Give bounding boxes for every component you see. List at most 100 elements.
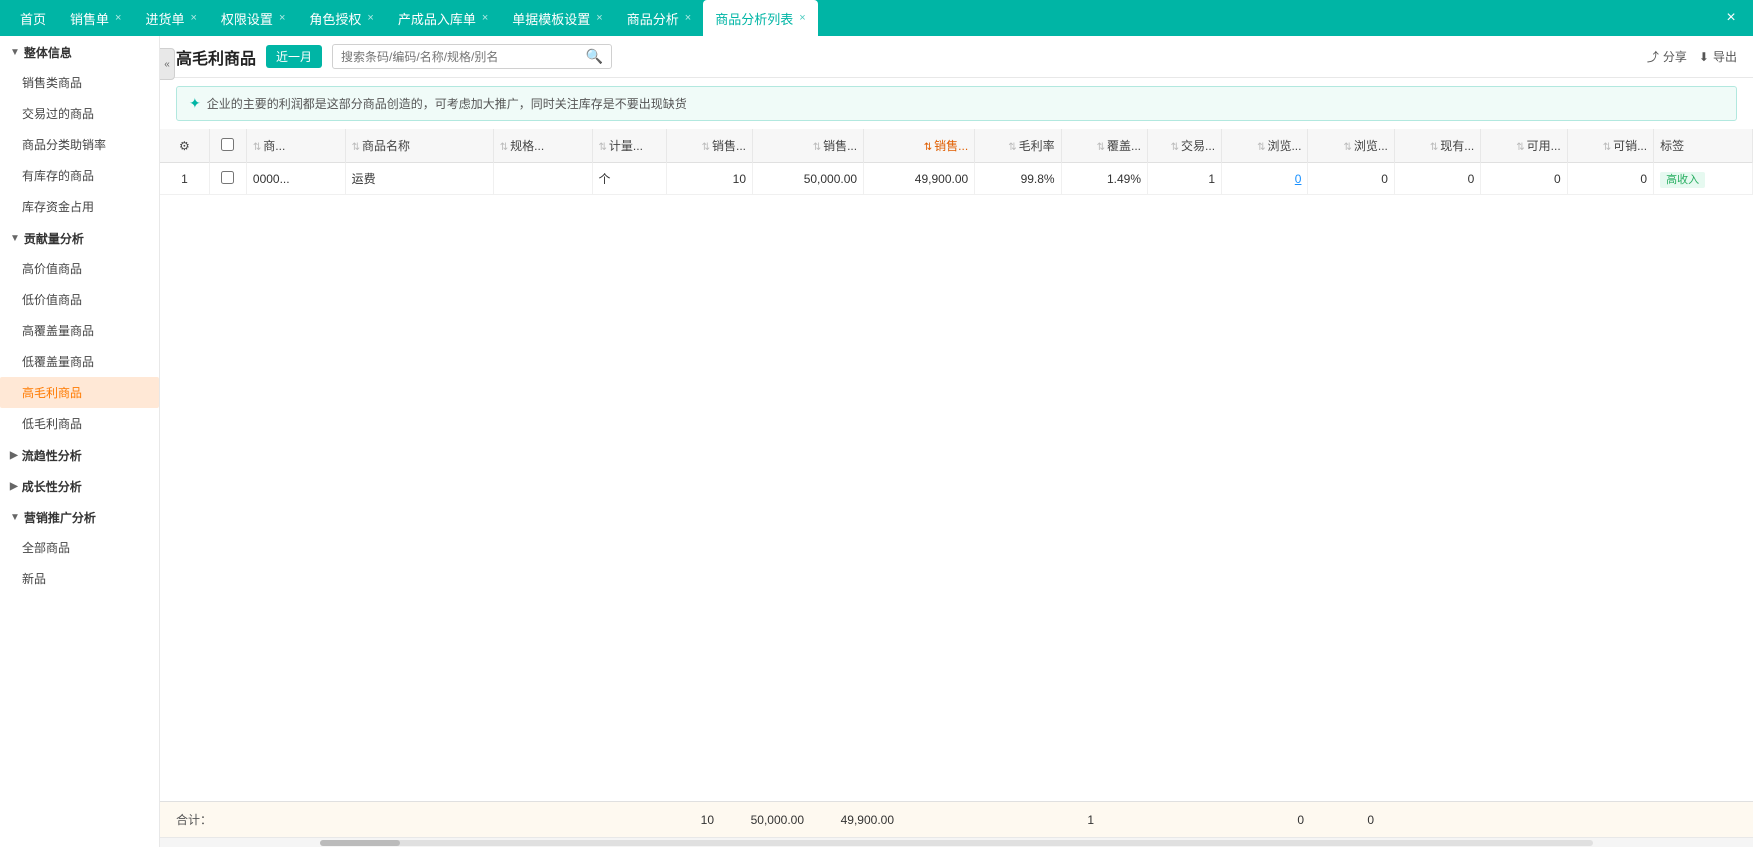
cell-sales-amt: 50,000.00 [753,163,864,195]
nav-goods-analysis[interactable]: 商品分析 × [615,0,703,36]
th-sales-amt[interactable]: ⇅销售... [753,129,864,163]
th-checkbox[interactable] [209,129,246,163]
sum-tx-count: 1 [1040,813,1100,827]
scroll-track[interactable] [320,840,1593,846]
sidebar: ▼ 整体信息 销售类商品 交易过的商品 商品分类助销率 有库存的商品 库存资金占… [0,36,160,847]
th-spec[interactable]: ⇅规格... [493,129,592,163]
sum-sales-amt: 50,000.00 [720,813,810,827]
sum-stock-usable: 0 [1310,813,1380,827]
content-header: 高毛利商品 近一月 🔍 ⤴ 分享 ⬇ 导出 [160,36,1753,78]
sum-sales-qty: 10 [650,813,720,827]
cell-gross-rate: 99.8% [975,163,1061,195]
close-roles-tab[interactable]: × [367,12,373,24]
th-settings[interactable]: ⚙ [160,129,209,163]
sidebar-collapse-button[interactable]: « [160,48,175,80]
share-icon: ⤴ [1647,48,1659,65]
close-product-entry-tab[interactable]: × [482,12,488,24]
share-button[interactable]: ⤴ 分享 [1647,48,1687,65]
select-all-checkbox[interactable] [221,138,234,151]
cell-stock-sellable: 0 [1567,163,1653,195]
sidebar-item-traded-goods[interactable]: 交易过的商品 [0,98,159,129]
sidebar-item-new-goods[interactable]: 新品 [0,563,159,594]
sidebar-item-high-coverage[interactable]: 高覆盖量商品 [0,315,159,346]
trend-group-arrow: ▶ [10,450,18,461]
cell-browse-val: 0 [1308,163,1394,195]
th-tag[interactable]: 标签 [1654,129,1753,163]
export-button[interactable]: ⬇ 导出 [1699,48,1737,65]
overall-group-arrow: ▼ [10,47,20,58]
nav-template[interactable]: 单据模板设置 × [500,0,614,36]
cell-checkbox[interactable] [209,163,246,195]
th-browse1[interactable]: ⇅浏览... [1222,129,1308,163]
sidebar-item-low-margin[interactable]: 低毛利商品 [0,408,159,439]
sum-cells: 10 50,000.00 49,900.00 1 0 0 [240,813,1753,827]
close-purchase-tab[interactable]: × [190,12,196,24]
close-permissions-tab[interactable]: × [279,12,285,24]
sidebar-item-low-coverage[interactable]: 低覆盖量商品 [0,346,159,377]
th-browse2[interactable]: ⇅浏览... [1308,129,1394,163]
nav-permissions[interactable]: 权限设置 × [209,0,297,36]
horizontal-scrollbar[interactable] [160,837,1753,847]
cell-num: 1 [160,163,209,195]
nav-purchase[interactable]: 进货单 × [133,0,208,36]
search-box: 🔍 [332,44,612,69]
th-sales-cost[interactable]: ⇅销售... [864,129,975,163]
search-input[interactable] [341,50,586,64]
th-unit[interactable]: ⇅计量... [592,129,666,163]
table-header-row: ⚙ ⇅商... ⇅商品名称 ⇅规格... ⇅计量... ⇅销售... ⇅销售..… [160,129,1753,163]
date-filter-button[interactable]: 近一月 [266,45,322,68]
sidebar-group-contribution[interactable]: ▼ 贡献量分析 [0,222,159,253]
th-code[interactable]: ⇅商... [246,129,345,163]
scroll-thumb[interactable] [320,840,400,846]
sidebar-item-all-goods[interactable]: 全部商品 [0,532,159,563]
th-stock-now[interactable]: ⇅现有... [1394,129,1480,163]
th-name[interactable]: ⇅商品名称 [345,129,493,163]
close-goods-analysis-list-tab[interactable]: × [799,12,805,24]
window-close-button[interactable]: × [1717,4,1745,32]
cell-tx-count: 1 [1148,163,1222,195]
sidebar-group-marketing[interactable]: ▼ 营销推广分析 [0,501,159,532]
sidebar-item-instock-goods[interactable]: 有库存的商品 [0,160,159,191]
th-gross-rate[interactable]: ⇅毛利率 [975,129,1061,163]
sidebar-item-high-value[interactable]: 高价值商品 [0,253,159,284]
th-sales-qty[interactable]: ⇅销售... [666,129,752,163]
th-coverage[interactable]: ⇅覆盖... [1061,129,1147,163]
cell-browse-link[interactable]: 0 [1222,163,1308,195]
cell-sales-cost: 49,900.00 [864,163,975,195]
cell-stock-now: 0 [1394,163,1480,195]
sidebar-item-low-value[interactable]: 低价值商品 [0,284,159,315]
nav-product-entry[interactable]: 产成品入库单 × [386,0,500,36]
footer-sum-row: 合计： 10 50,000.00 49,900.00 1 0 0 [160,801,1753,837]
nav-roles[interactable]: 角色授权 × [297,0,385,36]
cell-sales-qty: 10 [666,163,752,195]
info-banner: ✦ 企业的主要的利润都是这部分商品创造的，可考虑加大推广，同时关注库存是不要出现… [176,86,1737,121]
th-tx-count[interactable]: ⇅交易... [1148,129,1222,163]
cell-name: 运费 [345,163,493,195]
cell-tag: 高收入 [1654,163,1753,195]
sidebar-group-growth[interactable]: ▶ 成长性分析 [0,470,159,501]
growth-group-arrow: ▶ [10,481,18,492]
nav-sales[interactable]: 销售单 × [58,0,133,36]
sidebar-item-stock-capital[interactable]: 库存资金占用 [0,191,159,222]
sidebar-item-high-margin[interactable]: 高毛利商品 [0,377,159,408]
header-actions: ⤴ 分享 ⬇ 导出 [1647,48,1737,65]
content-area: « 高毛利商品 近一月 🔍 ⤴ 分享 ⬇ 导出 ✦ [160,36,1753,847]
close-template-tab[interactable]: × [596,12,602,24]
export-icon: ⬇ [1699,50,1709,64]
sidebar-item-sales-goods[interactable]: 销售类商品 [0,67,159,98]
close-sales-tab[interactable]: × [115,12,121,24]
nav-home[interactable]: 首页 [8,0,58,36]
cell-stock-usable: 0 [1481,163,1567,195]
page-title: 高毛利商品 [176,45,256,69]
close-goods-analysis-tab[interactable]: × [685,12,691,24]
info-icon: ✦ [189,95,201,112]
sidebar-group-trend[interactable]: ▶ 流趋性分析 [0,439,159,470]
th-stock-usable[interactable]: ⇅可用... [1481,129,1567,163]
th-stock-sellable[interactable]: ⇅可销... [1567,129,1653,163]
cell-unit: 个 [592,163,666,195]
sidebar-item-category-rate[interactable]: 商品分类助销率 [0,129,159,160]
nav-goods-analysis-list[interactable]: 商品分析列表 × [703,0,817,36]
row-checkbox[interactable] [221,171,234,184]
sidebar-group-overall[interactable]: ▼ 整体信息 [0,36,159,67]
search-icon[interactable]: 🔍 [586,48,603,65]
